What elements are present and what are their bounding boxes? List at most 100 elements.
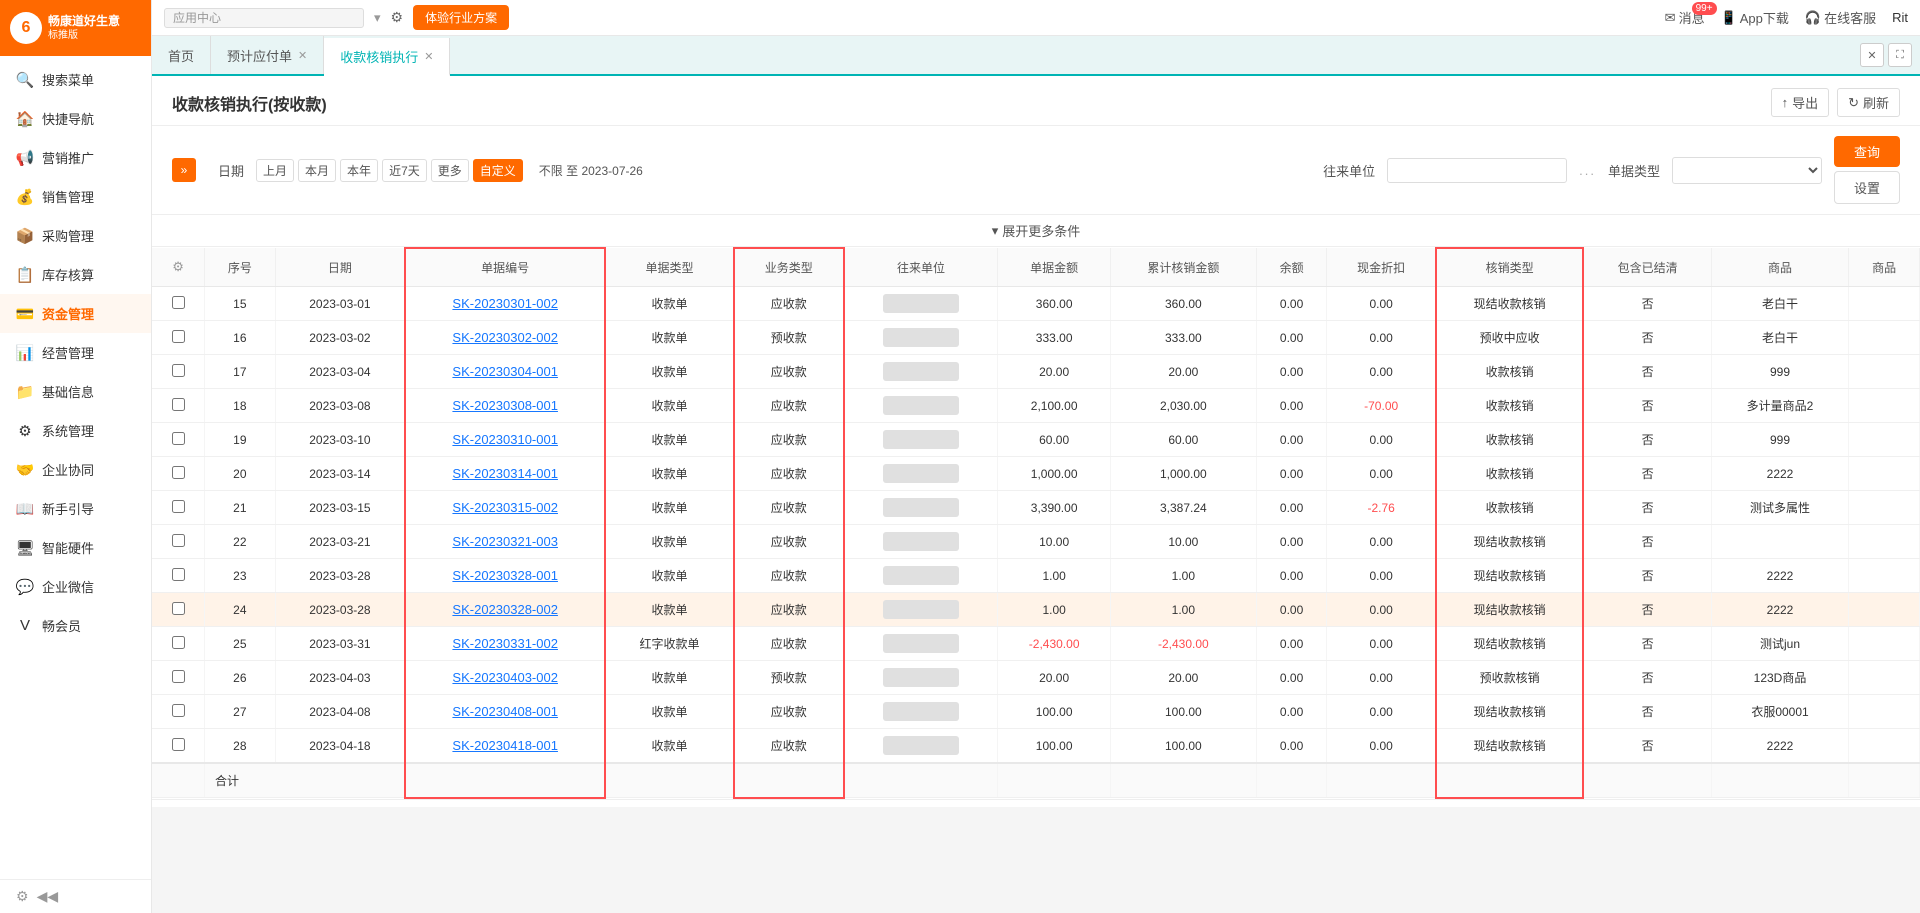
tab-expand-button[interactable]: ⛶ [1888,43,1912,67]
bill-no-link[interactable]: SK-20230403-002 [452,670,558,685]
sales-icon: 💰 [16,188,34,206]
row-checkbox[interactable] [172,738,185,751]
service-button[interactable]: 🎧 在线客服 [1805,8,1876,27]
th-settings[interactable]: ⚙ [152,248,205,287]
url-dropdown-icon[interactable]: ▾ [374,10,381,26]
bill-no-link[interactable]: SK-20230304-001 [452,364,558,379]
tab-prepay-close[interactable]: ✕ [298,49,307,62]
collapse-icon[interactable]: ◀◀ [37,888,59,905]
td-checkbox[interactable] [152,321,205,355]
expand-more-button[interactable]: ▾ 展开更多条件 [992,221,1081,240]
refresh-button[interactable]: ↻ 刷新 [1837,88,1900,117]
tab-home[interactable]: 首页 [152,36,211,74]
row-checkbox[interactable] [172,602,185,615]
receipt-type-select[interactable] [1672,157,1822,184]
last-month-button[interactable]: 上月 [256,159,294,182]
sidebar-item-marketing[interactable]: 📢营销推广 [0,138,151,177]
td-partner: ████ [844,355,998,389]
bill-no-link[interactable]: SK-20230408-001 [452,704,558,719]
messages-button[interactable]: ✉ 消息 99+ [1665,8,1705,27]
table-scrollbar[interactable] [152,799,1920,807]
tab-actions: ✕ ⛶ [1852,43,1920,67]
settings-filter-button[interactable]: 设置 [1834,171,1900,204]
row-checkbox[interactable] [172,398,185,411]
bill-no-link[interactable]: SK-20230301-002 [452,296,558,311]
row-checkbox[interactable] [172,432,185,445]
partner-input[interactable] [1387,158,1567,183]
td-seq: 16 [205,321,276,355]
sidebar-item-search[interactable]: 🔍搜索菜单 [0,60,151,99]
sidebar-item-shortcut[interactable]: 🏠快捷导航 [0,99,151,138]
bill-no-link[interactable]: SK-20230418-001 [452,738,558,753]
sidebar-item-wechat[interactable]: 💬企业微信 [0,567,151,606]
td-checkbox[interactable] [152,695,205,729]
td-checkbox[interactable] [152,525,205,559]
export-button[interactable]: ↑ 导出 [1771,88,1830,117]
sidebar-item-finance[interactable]: 💳资金管理 [0,294,151,333]
row-checkbox[interactable] [172,636,185,649]
bill-no-link[interactable]: SK-20230302-002 [452,330,558,345]
bill-no-link[interactable]: SK-20230314-001 [452,466,558,481]
bill-no-link[interactable]: SK-20230315-002 [452,500,558,515]
settings-bottom-icon[interactable]: ⚙ [16,888,29,905]
sidebar-item-member[interactable]: V畅会员 [0,606,151,645]
sidebar-item-guide[interactable]: 📖新手引导 [0,489,151,528]
this-year-button[interactable]: 本年 [340,159,378,182]
td-checkbox[interactable] [152,559,205,593]
bill-no-link[interactable]: SK-20230328-001 [452,568,558,583]
sidebar-item-inventory[interactable]: 📋库存核算 [0,255,151,294]
tab-close-all-button[interactable]: ✕ [1860,43,1884,67]
row-checkbox[interactable] [172,296,185,309]
table-row: 18 2023-03-08 SK-20230308-001 收款单 应收款 ██… [152,389,1920,423]
row-checkbox[interactable] [172,704,185,717]
row-checkbox[interactable] [172,364,185,377]
sidebar-item-label-system: 系统管理 [42,421,94,440]
query-button[interactable]: 查询 [1834,136,1900,167]
td-checkbox[interactable] [152,389,205,423]
table-row: 20 2023-03-14 SK-20230314-001 收款单 应收款 ██… [152,457,1920,491]
sidebar-item-operation[interactable]: 📊经营管理 [0,333,151,372]
solution-button[interactable]: 体验行业方案 [413,5,509,30]
user-name[interactable]: Rit [1892,10,1908,25]
row-checkbox[interactable] [172,534,185,547]
url-input[interactable] [164,8,364,28]
bill-no-link[interactable]: SK-20230308-001 [452,398,558,413]
sidebar-item-system[interactable]: ⚙系统管理 [0,411,151,450]
row-checkbox[interactable] [172,466,185,479]
th-bill-amount: 单据金额 [998,248,1110,287]
tab-collection[interactable]: 收款核销执行 ✕ [324,38,450,76]
row-checkbox[interactable] [172,330,185,343]
bill-no-link[interactable]: SK-20230331-002 [452,636,558,651]
filter-expand-button[interactable]: » [172,158,196,182]
more-date-button[interactable]: 更多 [431,159,469,182]
td-checkbox[interactable] [152,457,205,491]
td-checkbox[interactable] [152,423,205,457]
td-checkbox[interactable] [152,287,205,321]
td-checkbox[interactable] [152,355,205,389]
this-month-button[interactable]: 本月 [298,159,336,182]
tab-collection-close[interactable]: ✕ [424,50,433,63]
row-checkbox[interactable] [172,670,185,683]
table-settings-icon[interactable]: ⚙ [172,259,184,274]
td-checkbox[interactable] [152,729,205,764]
td-checkbox[interactable] [152,491,205,525]
app-download-button[interactable]: 📱 App下载 [1721,8,1789,27]
sidebar-item-basic[interactable]: 📁基础信息 [0,372,151,411]
sidebar-item-hardware[interactable]: 🖥智能硬件 [0,528,151,567]
bill-no-link[interactable]: SK-20230321-003 [452,534,558,549]
tab-prepay[interactable]: 预计应付单 ✕ [211,36,324,74]
sidebar-item-sales[interactable]: 💰销售管理 [0,177,151,216]
td-product2 [1849,287,1920,321]
td-checkbox[interactable] [152,593,205,627]
bill-no-link[interactable]: SK-20230310-001 [452,432,558,447]
row-checkbox[interactable] [172,500,185,513]
td-checkbox[interactable] [152,627,205,661]
row-checkbox[interactable] [172,568,185,581]
td-checkbox[interactable] [152,661,205,695]
bill-no-link[interactable]: SK-20230328-002 [452,602,558,617]
sidebar-item-enterprise[interactable]: 🤝企业协同 [0,450,151,489]
custom-date-button[interactable]: 自定义 [473,159,523,182]
sidebar-item-purchase[interactable]: 📦采购管理 [0,216,151,255]
settings-topbar-icon[interactable]: ⚙ [391,9,404,26]
last-7days-button[interactable]: 近7天 [382,159,427,182]
